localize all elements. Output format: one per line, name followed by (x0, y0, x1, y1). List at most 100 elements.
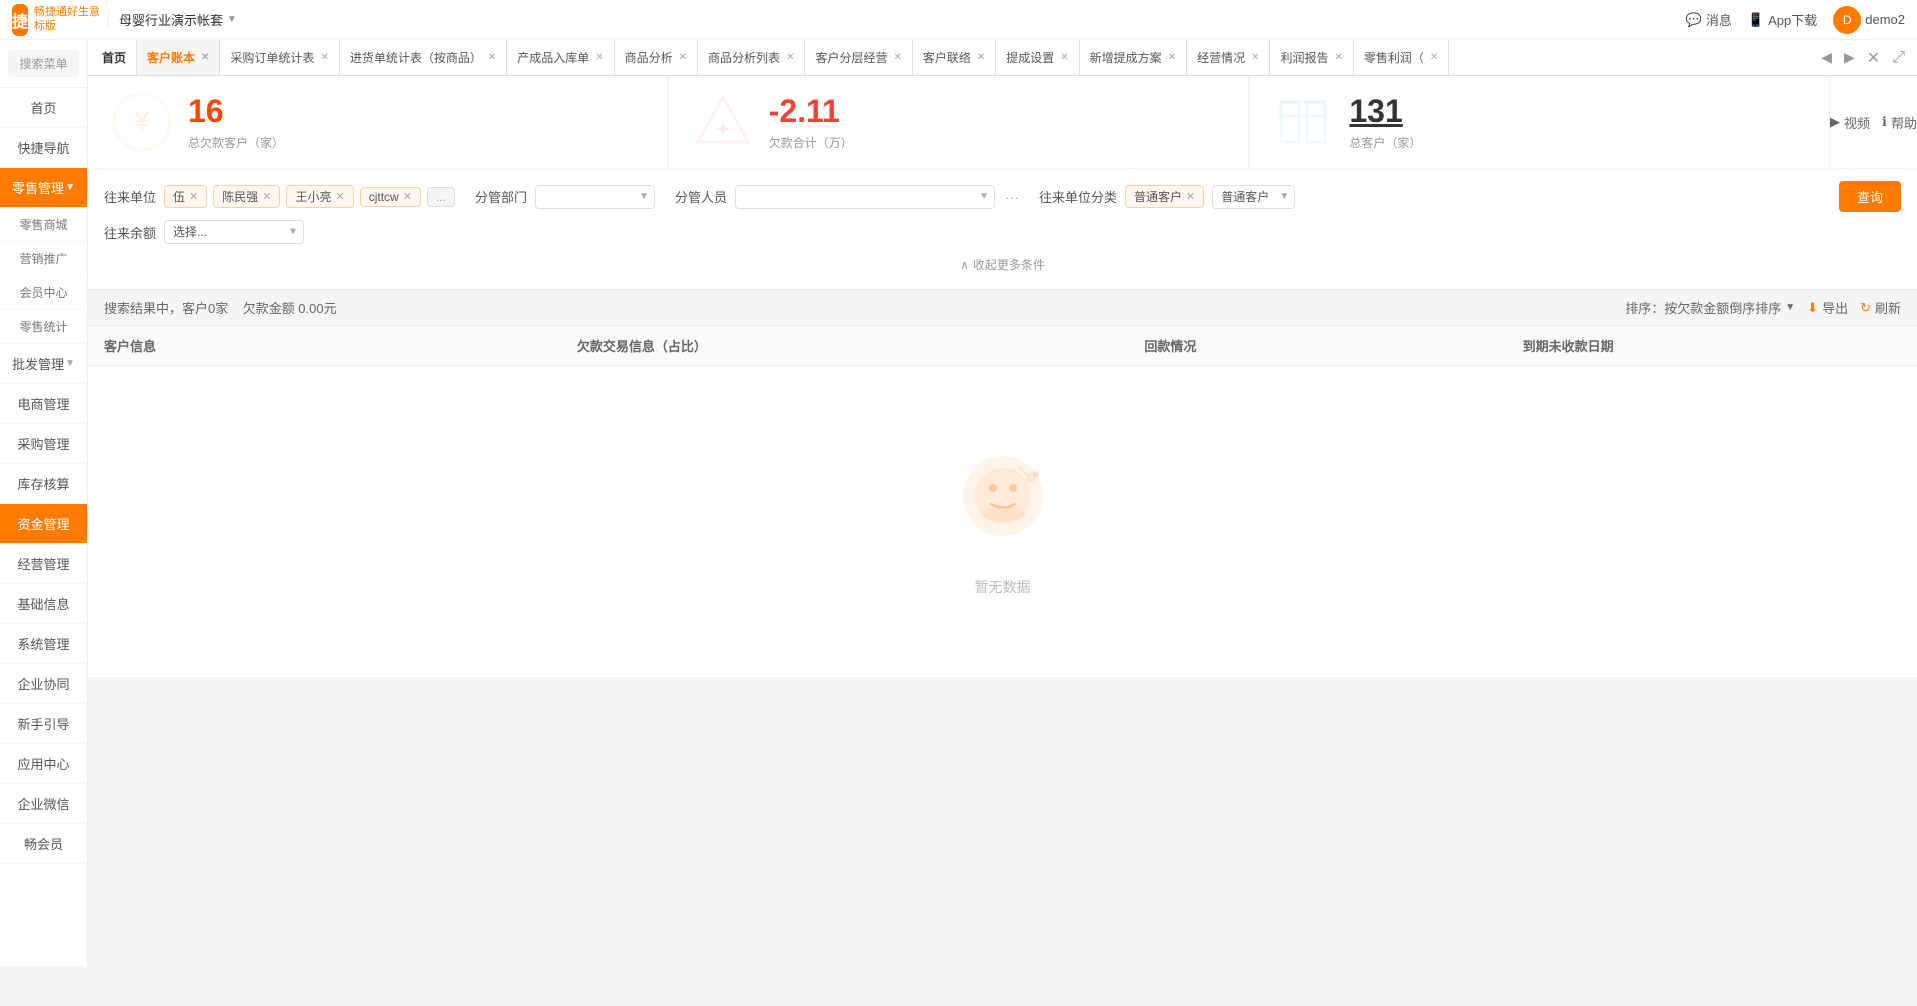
main-layout: 搜索菜单 首页 快捷导航 零售管理 ▼ 零售商城 营销推广 会员中心 零售统计 … (0, 40, 1917, 966)
refresh-button[interactable]: ↻ 刷新 (1860, 298, 1901, 317)
stat-label-debt: 欠款合计（万） (769, 134, 853, 151)
tab-profit-report[interactable]: 利润报告 ✕ (1270, 40, 1353, 75)
tab-purchase-order[interactable]: 采购订单统计表 ✕ (220, 40, 339, 75)
remove-tag-wu[interactable]: ✕ (189, 190, 198, 203)
tab-purchase-stats-label: 进货单统计表（按商品） (350, 49, 482, 66)
sidebar-item-app-center[interactable]: 应用中心 (0, 744, 87, 784)
person-label: 分管人员 (675, 187, 727, 206)
close-icon[interactable]: ✕ (679, 52, 687, 63)
sidebar-item-finance[interactable]: 资金管理 (0, 504, 87, 544)
sidebar-item-member[interactable]: 会员中心 (0, 276, 87, 310)
message-button[interactable]: 💬 消息 (1686, 10, 1732, 29)
stat-value-customers: 16 (188, 93, 284, 130)
tab-prev-icon[interactable]: ◀ (1817, 47, 1836, 68)
tab-operations-status[interactable]: 经营情况 ✕ (1187, 40, 1270, 75)
sidebar-item-retail-stats[interactable]: 零售统计 (0, 310, 87, 344)
remove-tag-unit-class[interactable]: ✕ (1186, 190, 1195, 203)
remove-tag-wang[interactable]: ✕ (336, 190, 345, 203)
export-button[interactable]: ⬇ 导出 (1807, 298, 1848, 317)
close-icon[interactable]: ✕ (1251, 52, 1259, 63)
sidebar-item-inventory[interactable]: 库存核算 (0, 464, 87, 504)
close-icon[interactable]: ✕ (201, 52, 209, 63)
page-content: ¥ 16 总欠款客户（家） ✦ (88, 76, 1917, 966)
stat-text-total: 131 总客户（家） (1349, 93, 1421, 151)
sidebar-item-wechat[interactable]: 企业微信 (0, 784, 87, 824)
close-icon[interactable]: ✕ (786, 52, 794, 63)
tab-purchase-stats[interactable]: 进货单统计表（按商品） ✕ (340, 40, 507, 75)
stat-right-actions: ▶ 视频 ℹ 帮助 (1830, 76, 1917, 168)
sidebar-item-enterprise[interactable]: 企业协同 (0, 664, 87, 704)
content-area: 首页 客户账本 ✕ 采购订单统计表 ✕ 进货单统计表（按商品） ✕ 产成品入库单… (88, 40, 1917, 966)
person-select[interactable] (735, 185, 995, 209)
close-icon[interactable]: ✕ (595, 52, 603, 63)
tab-expand-icon[interactable]: ⤢ (1888, 47, 1909, 69)
tab-customer-ledger[interactable]: 客户账本 ✕ (137, 40, 220, 75)
close-icon[interactable]: ✕ (977, 52, 985, 63)
stat-item-customers: ¥ 16 总欠款客户（家） (88, 76, 669, 168)
sidebar-item-retail[interactable]: 零售管理 ▼ (0, 168, 87, 208)
close-icon[interactable]: ✕ (1060, 52, 1068, 63)
close-icon[interactable]: ✕ (893, 52, 901, 63)
close-icon[interactable]: ✕ (1335, 52, 1343, 63)
filter-tag-more[interactable]: ... (427, 187, 455, 207)
tab-goods-analysis-label: 商品分析 (625, 49, 673, 66)
collapse-row[interactable]: ∧ 收起更多条件 (104, 252, 1901, 277)
sidebar-item-purchase[interactable]: 采购管理 (0, 424, 87, 464)
remove-tag-cjttcw[interactable]: ✕ (403, 190, 412, 203)
tab-goods-analysis[interactable]: 商品分析 ✕ (615, 40, 698, 75)
help-button[interactable]: ℹ 帮助 (1882, 113, 1917, 132)
tab-home[interactable]: 首页 (92, 40, 137, 75)
refresh-icon: ↻ (1860, 300, 1871, 316)
dept-label: 分管部门 (475, 187, 527, 206)
filter-bar: 往来单位 伍 ✕ 陈民强 ✕ 王小亮 ✕ (88, 169, 1917, 290)
tab-finished-goods-label: 产成品入库单 (517, 49, 589, 66)
sidebar-item-basic-info[interactable]: 基础信息 (0, 584, 87, 624)
tab-customer-contact[interactable]: 客户联络 ✕ (913, 40, 996, 75)
stat-value-total: 131 (1349, 93, 1421, 130)
debt-icon: ✦ (693, 92, 753, 152)
tab-customer-layer[interactable]: 客户分层经营 ✕ (805, 40, 912, 75)
close-icon[interactable]: ✕ (320, 52, 328, 63)
sidebar-item-system[interactable]: 系统管理 (0, 624, 87, 664)
sidebar-item-home[interactable]: 首页 (0, 88, 87, 128)
stat-value-debt: -2.11 (769, 93, 853, 130)
store-selector[interactable]: 母婴行业演示帐套 ▼ (108, 10, 237, 29)
close-icon[interactable]: ✕ (1430, 52, 1438, 63)
sidebar-item-quick-nav[interactable]: 快捷导航 (0, 128, 87, 168)
person-more-icon[interactable]: ··· (1005, 189, 1019, 205)
tab-next-icon[interactable]: ▶ (1840, 47, 1859, 68)
sort-button[interactable]: 排序：按欠款金额倒序排序 ▼ (1625, 298, 1795, 317)
stat-label-customers: 总欠款客户（家） (188, 134, 284, 151)
unit-class-label: 往来单位分类 (1039, 187, 1117, 206)
tab-new-commission-label: 新增提成方案 (1090, 49, 1162, 66)
close-icon[interactable]: ✕ (488, 52, 496, 63)
total-icon (1273, 92, 1333, 152)
sidebar-item-ecommerce[interactable]: 电商管理 (0, 384, 87, 424)
unit-class-select[interactable]: 普通客户 (1212, 185, 1295, 209)
tab-controls: ◀ ▶ ✕ ⤢ (1809, 46, 1917, 70)
tab-finished-goods[interactable]: 产成品入库单 ✕ (507, 40, 614, 75)
tab-commission-setting[interactable]: 提成设置 ✕ (996, 40, 1079, 75)
query-button[interactable]: 查询 (1839, 181, 1901, 212)
sidebar-item-member2[interactable]: 畅会员 (0, 824, 87, 864)
sidebar-item-marketing[interactable]: 营销推广 (0, 242, 87, 276)
tab-goods-analysis-list[interactable]: 商品分析列表 ✕ (698, 40, 805, 75)
search-menu-button[interactable]: 搜索菜单 (8, 50, 79, 77)
dept-select[interactable] (535, 185, 655, 209)
user-profile[interactable]: D demo2 (1833, 6, 1905, 34)
sidebar-item-wholesale[interactable]: 批发管理 ▼ (0, 344, 87, 384)
balance-select[interactable]: 选择... (164, 220, 304, 244)
app-download-label: App下载 (1768, 10, 1817, 29)
close-icon[interactable]: ✕ (1168, 52, 1176, 63)
tab-close-all-icon[interactable]: ✕ (1863, 46, 1884, 70)
tab-retail-profit[interactable]: 零售利润（ ✕ (1354, 40, 1449, 75)
tab-new-commission[interactable]: 新增提成方案 ✕ (1080, 40, 1187, 75)
video-button[interactable]: ▶ 视频 (1830, 113, 1870, 132)
sidebar-item-operations[interactable]: 经营管理 (0, 544, 87, 584)
app-download-button[interactable]: 📱 App下载 (1748, 10, 1817, 29)
svg-text:¥: ¥ (133, 105, 150, 136)
empty-icon (953, 446, 1053, 565)
sidebar-item-retail-mall[interactable]: 零售商城 (0, 208, 87, 242)
sidebar-item-guide[interactable]: 新手引导 (0, 704, 87, 744)
remove-tag-chen[interactable]: ✕ (262, 190, 271, 203)
